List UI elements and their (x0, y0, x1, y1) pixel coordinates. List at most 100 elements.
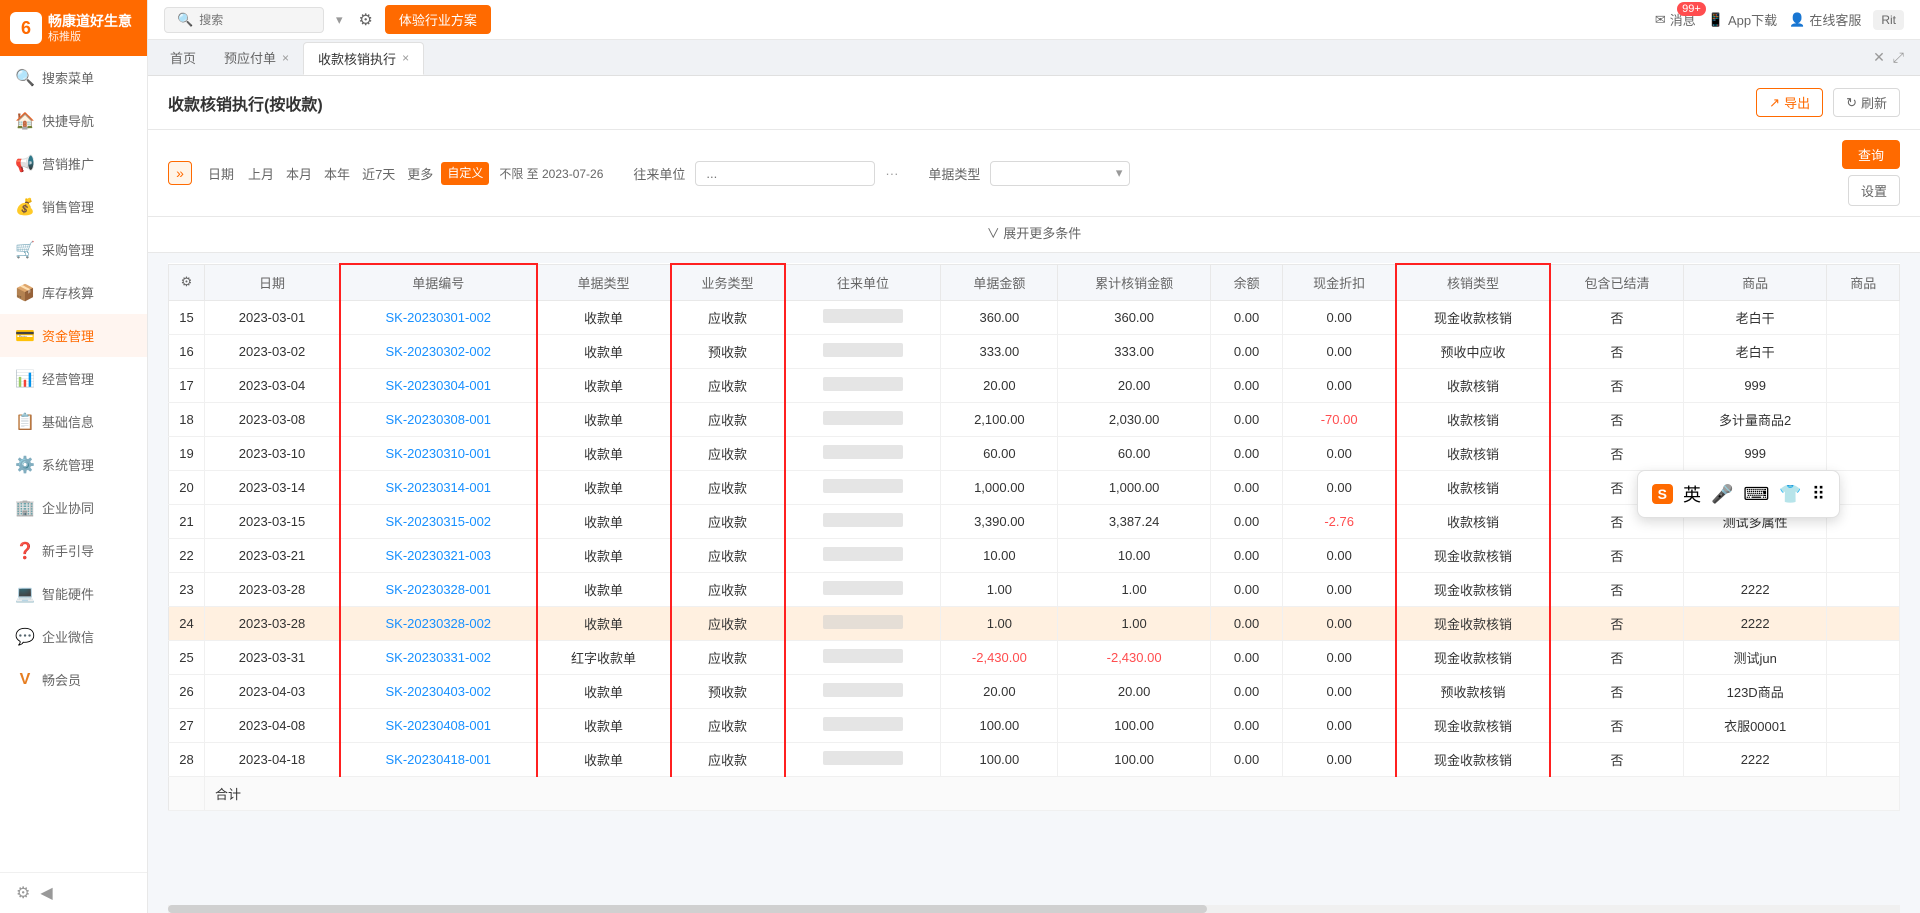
date-prev-month[interactable]: 上月 (244, 162, 278, 185)
doc-no-link[interactable]: SK-20230310-001 (386, 446, 492, 461)
search-input[interactable] (199, 13, 311, 27)
sidebar-item-label: 销售管理 (42, 197, 94, 216)
sidebar-item-wechat[interactable]: 💬 企业微信 (0, 615, 147, 658)
doc-no-link[interactable]: SK-20230331-002 (386, 650, 492, 665)
col-settings[interactable]: ⚙ (169, 264, 205, 301)
sidebar-item-member[interactable]: V 畅会员 (0, 658, 147, 701)
dropdown-arrow[interactable]: ▾ (336, 12, 343, 28)
doc-no-link[interactable]: SK-20230302-002 (386, 344, 492, 359)
sidebar-item-hardware[interactable]: 💻 智能硬件 (0, 572, 147, 615)
row-partner (785, 573, 941, 607)
date-more[interactable]: 更多 (403, 162, 437, 185)
doc-type-select[interactable] (990, 161, 1130, 186)
tab-close-btn[interactable]: ✕ (1873, 49, 1885, 66)
row-doc-no[interactable]: SK-20230328-001 (340, 573, 536, 607)
sidebar-item-ops[interactable]: 📊 经营管理 (0, 357, 147, 400)
topbar-search-box[interactable]: 🔍 (164, 7, 324, 33)
row-doc-no[interactable]: SK-20230315-002 (340, 505, 536, 539)
sidebar-item-corp[interactable]: 🏢 企业协同 (0, 486, 147, 529)
row-doc-no[interactable]: SK-20230314-001 (340, 471, 536, 505)
row-doc-no[interactable]: SK-20230308-001 (340, 403, 536, 437)
collapse-icon[interactable]: ◀ (40, 883, 52, 903)
doc-no-link[interactable]: SK-20230314-001 (386, 480, 492, 495)
tab-writeoff-label: 收款核销执行 (318, 49, 396, 68)
date-this-year[interactable]: 本年 (320, 162, 354, 185)
filter-expand-button[interactable]: » (168, 161, 192, 185)
sidebar-item-marketing[interactable]: 📢 营销推广 (0, 142, 147, 185)
row-doc-no[interactable]: SK-20230321-003 (340, 539, 536, 573)
marketing-icon: 📢 (16, 155, 34, 173)
sidebar-item-guide[interactable]: ❓ 新手引导 (0, 529, 147, 572)
query-button[interactable]: 查询 (1842, 140, 1900, 169)
gear-icon[interactable]: ⚙ (359, 10, 373, 30)
doc-no-link[interactable]: SK-20230315-002 (386, 514, 492, 529)
doc-no-link[interactable]: SK-20230328-001 (386, 582, 492, 597)
row-doc-no[interactable]: SK-20230301-002 (340, 301, 536, 335)
sidebar-item-inventory[interactable]: 📦 库存核算 (0, 271, 147, 314)
sidebar-item-search[interactable]: 🔍 搜索菜单 (0, 56, 147, 99)
doc-no-link[interactable]: SK-20230321-003 (386, 548, 492, 563)
date-quick-buttons: 上月 本月 本年 近7天 更多 自定义 (244, 162, 489, 185)
sidebar-item-sales[interactable]: 💰 销售管理 (0, 185, 147, 228)
scrollbar-thumb[interactable] (168, 905, 1207, 913)
english-input-icon[interactable]: 英 (1683, 481, 1701, 507)
message-button[interactable]: ✉ 消息 99+ (1655, 10, 1696, 29)
doc-type-label: 单据类型 (928, 164, 980, 183)
sidebar-item-quick[interactable]: 🏠 快捷导航 (0, 99, 147, 142)
row-accum: 1.00 (1058, 573, 1211, 607)
row-doc-no[interactable]: SK-20230304-001 (340, 369, 536, 403)
horizontal-scrollbar[interactable] (168, 905, 1900, 913)
date-this-month[interactable]: 本月 (282, 162, 316, 185)
row-doc-no[interactable]: SK-20230418-001 (340, 743, 536, 777)
doc-no-link[interactable]: SK-20230308-001 (386, 412, 492, 427)
app-download-button[interactable]: 📱 App下载 (1708, 10, 1777, 29)
row-doc-no[interactable]: SK-20230302-002 (340, 335, 536, 369)
expand-more-button[interactable]: ∨ 展开更多条件 (987, 223, 1082, 242)
table-row: 232023-03-28SK-20230328-001收款单应收款1.001.0… (169, 573, 1900, 607)
refresh-button[interactable]: ↻ 刷新 (1833, 88, 1900, 117)
sidebar-item-system[interactable]: ⚙️ 系统管理 (0, 443, 147, 486)
doc-no-link[interactable]: SK-20230328-002 (386, 616, 492, 631)
user-avatar[interactable]: Rit (1873, 10, 1904, 30)
tab-expand-btn[interactable]: ⤢ (1893, 49, 1904, 66)
tab-writeoff-close[interactable]: × (402, 51, 409, 65)
row-doc-no[interactable]: SK-20230408-001 (340, 709, 536, 743)
online-service-button[interactable]: 👤 在线客服 (1789, 10, 1861, 29)
solution-button[interactable]: 体验行业方案 (385, 5, 491, 34)
settings-icon[interactable]: ⚙ (16, 883, 30, 903)
sidebar-item-basic[interactable]: 📋 基础信息 (0, 400, 147, 443)
row-amount: 1,000.00 (941, 471, 1058, 505)
doc-no-link[interactable]: SK-20230301-002 (386, 310, 492, 325)
keyboard-icon[interactable]: ⌨ (1743, 484, 1769, 505)
doc-no-link[interactable]: SK-20230418-001 (386, 752, 492, 767)
doc-no-link[interactable]: SK-20230408-001 (386, 718, 492, 733)
row-no: 15 (169, 301, 205, 335)
row-accum: 60.00 (1058, 437, 1211, 471)
tab-prepay-close[interactable]: × (282, 51, 289, 65)
sidebar-item-purchase[interactable]: 🛒 采购管理 (0, 228, 147, 271)
row-doc-no[interactable]: SK-20230328-002 (340, 607, 536, 641)
tab-home[interactable]: 首页 (156, 42, 210, 73)
partner-input[interactable] (695, 161, 875, 186)
date-custom-btn[interactable]: 自定义 (441, 162, 489, 185)
row-partner (785, 301, 941, 335)
more-icon[interactable]: ⠿ (1812, 484, 1825, 505)
date-7days[interactable]: 近7天 (358, 162, 399, 185)
row-doc-no[interactable]: SK-20230403-002 (340, 675, 536, 709)
row-goods2 (1827, 301, 1900, 335)
row-doc-no[interactable]: SK-20230331-002 (340, 641, 536, 675)
row-accum: -2,430.00 (1058, 641, 1211, 675)
tab-prepay[interactable]: 预应付单 × (210, 42, 303, 73)
tab-writeoff[interactable]: 收款核销执行 × (303, 42, 424, 75)
setting-button[interactable]: 设置 (1848, 175, 1900, 206)
row-date: 2023-04-08 (205, 709, 341, 743)
row-no: 28 (169, 743, 205, 777)
row-doc-type: 收款单 (537, 743, 671, 777)
doc-no-link[interactable]: SK-20230403-002 (386, 684, 492, 699)
doc-no-link[interactable]: SK-20230304-001 (386, 378, 492, 393)
shirt-icon[interactable]: 👕 (1779, 484, 1801, 505)
mic-icon[interactable]: 🎤 (1711, 484, 1733, 505)
export-button[interactable]: ↗ 导出 (1756, 88, 1823, 117)
row-doc-no[interactable]: SK-20230310-001 (340, 437, 536, 471)
sidebar-item-capital[interactable]: 💳 资金管理 (0, 314, 147, 357)
